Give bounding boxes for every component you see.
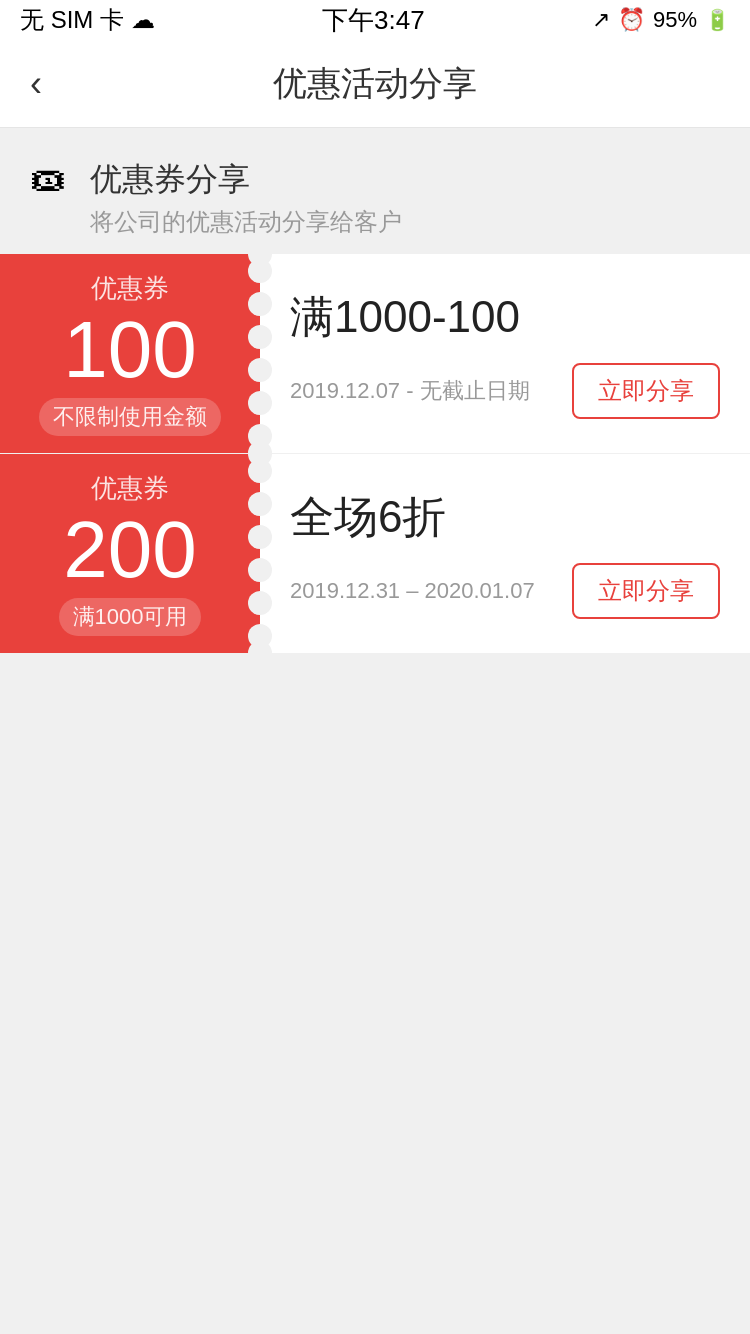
coupon-scallop bbox=[248, 254, 272, 453]
coupon-left: 优惠券 100 不限制使用金额 bbox=[0, 254, 260, 453]
sim-signal-text: 无 SIM 卡 ☁ bbox=[20, 4, 155, 36]
coupon-name: 满1000-100 bbox=[290, 288, 720, 347]
coupon-type-label: 优惠券 bbox=[91, 271, 169, 306]
section-icon: 🎟 bbox=[30, 158, 74, 202]
bottom-background bbox=[0, 654, 750, 1254]
coupon-date: 2019.12.31 – 2020.01.07 bbox=[290, 578, 535, 604]
section-subtitle: 将公司的优惠活动分享给客户 bbox=[90, 206, 402, 238]
section-header: 🎟 优惠券分享 将公司的优惠活动分享给客户 bbox=[0, 128, 750, 254]
scallop-notch bbox=[248, 492, 272, 516]
coupon-right: 全场6折 2019.12.31 – 2020.01.07 立即分享 bbox=[260, 454, 750, 653]
alarm-icon: ⏰ bbox=[618, 7, 645, 33]
coupon-amount: 100 bbox=[63, 310, 196, 390]
coupon-amount: 200 bbox=[63, 510, 196, 590]
battery-icon: 🔋 bbox=[705, 8, 730, 32]
back-button[interactable]: ‹ bbox=[30, 63, 42, 105]
page-title: 优惠活动分享 bbox=[273, 61, 477, 107]
status-time: 下午3:47 bbox=[322, 3, 425, 38]
scallop-notch bbox=[248, 525, 272, 549]
status-left: 无 SIM 卡 ☁ bbox=[20, 4, 155, 36]
coupon-list: 优惠券 100 不限制使用金额 满1000-100 2019.12.07 - 无截止日期… bbox=[0, 254, 750, 654]
status-right: ↗ ⏰ 95% 🔋 bbox=[592, 7, 730, 33]
coupon-left: 优惠券 200 满1000可用 bbox=[0, 454, 260, 653]
coupon-scallop bbox=[248, 454, 272, 653]
coupon-card: 优惠券 200 满1000可用 全场6折 2019.12.31 – 2020.01.07… bbox=[0, 454, 750, 654]
share-button[interactable]: 立即分享 bbox=[572, 563, 720, 619]
scallop-notch bbox=[248, 591, 272, 615]
scallop-notch bbox=[248, 558, 272, 582]
scallop-notch bbox=[248, 358, 272, 382]
coupon-date: 2019.12.07 - 无截止日期 bbox=[290, 376, 530, 406]
location-icon: ↗ bbox=[592, 7, 610, 33]
coupon-card: 优惠券 100 不限制使用金额 满1000-100 2019.12.07 - 无截止日期… bbox=[0, 254, 750, 454]
coupon-type-label: 优惠券 bbox=[91, 471, 169, 506]
coupon-meta: 2019.12.31 – 2020.01.07 立即分享 bbox=[290, 563, 720, 619]
coupon-right: 满1000-100 2019.12.07 - 无截止日期 立即分享 bbox=[260, 254, 750, 453]
section-text: 优惠券分享 将公司的优惠活动分享给客户 bbox=[90, 158, 402, 238]
coupon-condition: 不限制使用金额 bbox=[39, 398, 221, 436]
scallop-notch bbox=[248, 391, 272, 415]
coupon-meta: 2019.12.07 - 无截止日期 立即分享 bbox=[290, 363, 720, 419]
coupon-condition: 满1000可用 bbox=[59, 598, 202, 636]
section-title: 优惠券分享 bbox=[90, 158, 402, 202]
battery-text: 95% bbox=[653, 7, 697, 33]
share-button[interactable]: 立即分享 bbox=[572, 363, 720, 419]
status-bar: 无 SIM 卡 ☁ 下午3:47 ↗ ⏰ 95% 🔋 bbox=[0, 0, 750, 40]
nav-bar: ‹ 优惠活动分享 bbox=[0, 40, 750, 128]
coupon-name: 全场6折 bbox=[290, 488, 720, 547]
scallop-notch bbox=[248, 292, 272, 316]
scallop-notch bbox=[248, 325, 272, 349]
